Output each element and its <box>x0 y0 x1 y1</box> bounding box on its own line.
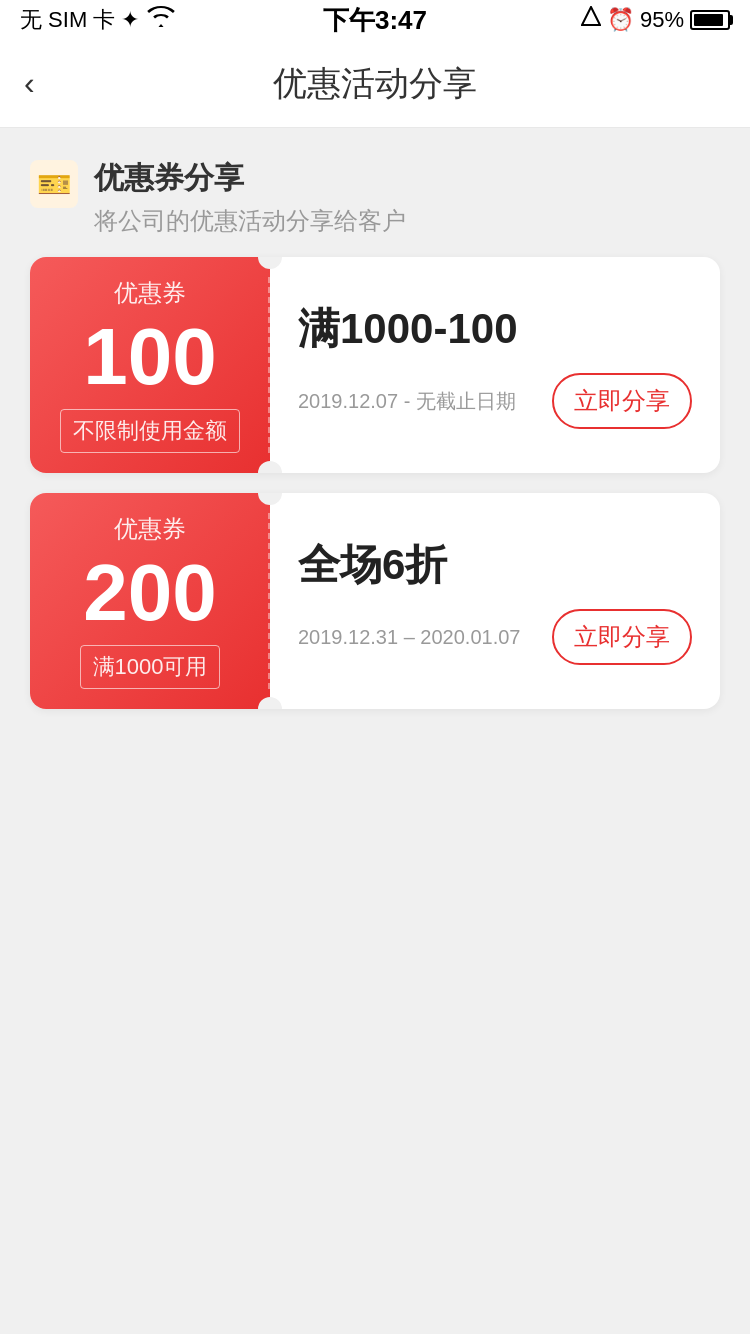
coupon-card-2: 优惠券 200 满1000可用 全场6折 2019.12.31 – 2020.0… <box>30 493 720 709</box>
coupon-condition-1: 不限制使用金额 <box>60 409 240 453</box>
coupon-left-1: 优惠券 100 不限制使用金额 <box>30 257 270 473</box>
bottom-area <box>0 709 750 1109</box>
coupon-left-2: 优惠券 200 满1000可用 <box>30 493 270 709</box>
battery-percent: 95% <box>640 7 684 33</box>
coupon-amount-2: 200 <box>83 553 216 633</box>
coupon-name-2: 全场6折 <box>298 537 692 593</box>
location-icon <box>581 6 601 34</box>
share-button-1[interactable]: 立即分享 <box>552 373 692 429</box>
coupon-condition-2: 满1000可用 <box>80 645 221 689</box>
wifi-icon <box>147 6 175 34</box>
coupon-amount-1: 100 <box>83 317 216 397</box>
status-left: 无 SIM 卡 ✦ <box>20 5 175 35</box>
coupon-list: 优惠券 100 不限制使用金额 满1000-100 2019.12.07 - 无… <box>0 257 750 709</box>
share-button-2[interactable]: 立即分享 <box>552 609 692 665</box>
coupon-divider-1 <box>268 277 270 453</box>
battery-icon <box>690 10 730 30</box>
section-text: 优惠券分享 将公司的优惠活动分享给客户 <box>94 158 406 237</box>
coupon-date-1: 2019.12.07 - 无截止日期 <box>298 388 542 415</box>
section-icon: 🎫 <box>30 160 78 208</box>
alarm-icon: ⏰ <box>607 7 634 33</box>
coupon-name-1: 满1000-100 <box>298 301 692 357</box>
section-subtitle: 将公司的优惠活动分享给客户 <box>94 205 406 237</box>
coupon-divider-2 <box>268 513 270 689</box>
coupon-bottom-row-1: 2019.12.07 - 无截止日期 立即分享 <box>298 373 692 429</box>
coupon-right-2: 全场6折 2019.12.31 – 2020.01.07 立即分享 <box>270 493 720 709</box>
nav-bar: ‹ 优惠活动分享 <box>0 40 750 128</box>
status-time: 下午3:47 <box>323 3 427 38</box>
coupon-type-1: 优惠券 <box>114 277 186 309</box>
back-button[interactable]: ‹ <box>24 65 35 102</box>
page-title: 优惠活动分享 <box>273 61 477 107</box>
coupon-right-1: 满1000-100 2019.12.07 - 无截止日期 立即分享 <box>270 257 720 473</box>
coupon-card-1: 优惠券 100 不限制使用金额 满1000-100 2019.12.07 - 无… <box>30 257 720 473</box>
coupon-type-2: 优惠券 <box>114 513 186 545</box>
section-header: 🎫 优惠券分享 将公司的优惠活动分享给客户 <box>0 128 750 257</box>
status-right: ⏰ 95% <box>581 6 730 34</box>
coupon-bottom-row-2: 2019.12.31 – 2020.01.07 立即分享 <box>298 609 692 665</box>
section-title: 优惠券分享 <box>94 158 406 199</box>
coupon-date-2: 2019.12.31 – 2020.01.07 <box>298 626 542 649</box>
status-bar: 无 SIM 卡 ✦ 下午3:47 ⏰ 95% <box>0 0 750 40</box>
sim-label: 无 SIM 卡 ✦ <box>20 5 139 35</box>
